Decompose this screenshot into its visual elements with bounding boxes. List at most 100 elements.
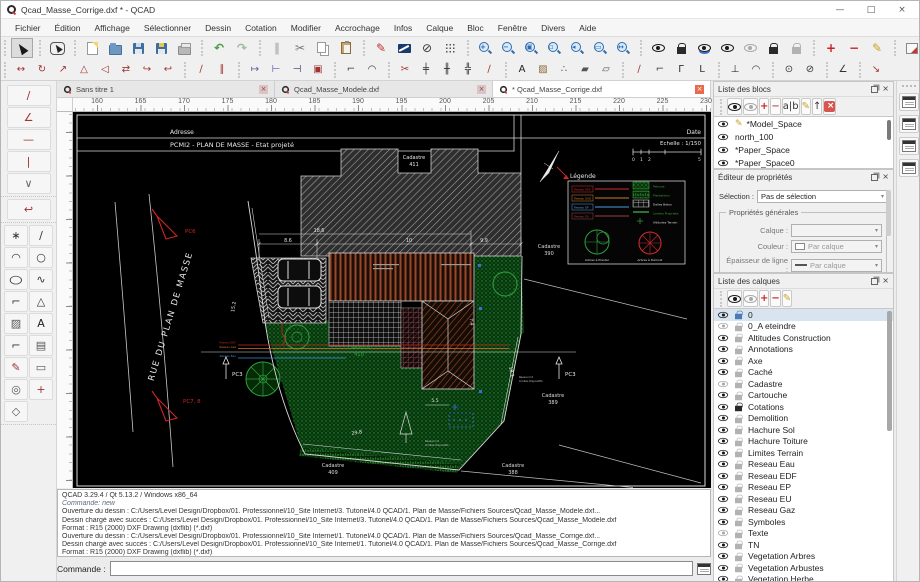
layer-row[interactable]: Demolition [714,413,893,425]
modify-explode-button[interactable]: ✂ [395,61,415,79]
eye-icon[interactable] [718,133,729,140]
hatch-left-button[interactable]: ▨ [4,313,28,334]
lock-icon[interactable] [735,471,743,481]
undo-button[interactable]: ↶ [208,38,230,58]
ellipse-tool-button[interactable]: ○ [4,269,28,290]
layer-row[interactable]: 0_A eteindre [714,321,893,333]
polyline-tool-button[interactable]: ⌐ [4,291,28,312]
lock-icon[interactable] [735,460,743,469]
tab-close-icon[interactable]: × [695,84,704,94]
toggle-layer-list-button[interactable] [899,137,919,155]
lock-icon[interactable] [735,391,743,400]
explode-block-button[interactable]: ▰ [575,61,595,79]
float-panel-icon[interactable] [871,85,879,93]
cut-button[interactable]: ✂ [289,38,311,58]
hide-entities-button[interactable] [739,38,761,58]
eye-icon[interactable] [718,357,729,364]
eye-icon[interactable] [718,541,729,548]
eye-icon[interactable] [718,120,729,127]
layer-row[interactable]: Cartouche [714,390,893,402]
layer-row[interactable]: Caché [714,367,893,379]
layer-row[interactable]: Annotations [714,344,893,356]
show-entities-button[interactable] [716,38,738,58]
lock-icon[interactable] [735,356,743,366]
dim-ordinate-button[interactable]: ⊥ [725,61,745,79]
property-select[interactable]: Par calque ▾ [791,258,882,272]
layer-row[interactable]: Cadastre [714,378,893,390]
add-entry-button[interactable]: + [820,38,842,58]
menu-divers[interactable]: Divers [535,21,571,35]
lock-icon[interactable] [735,333,743,343]
layer-row[interactable]: Reseau Gaz [714,505,893,517]
edit-layer-button[interactable]: ✎ [781,290,793,307]
measure-tool-button[interactable]: ▭ [29,357,53,378]
lock-icon[interactable] [735,322,743,331]
image-tool-button[interactable]: ▤ [29,335,53,356]
eye-icon[interactable] [718,507,729,514]
line-vertical-button[interactable]: | [6,151,51,172]
save-file-button[interactable] [127,38,149,58]
remove-entry-button[interactable]: − [843,38,865,58]
eye-icon[interactable] [718,438,729,445]
layer-row[interactable]: Vegetation Arbustes [714,562,893,574]
menu-aide[interactable]: Aide [573,21,602,35]
modify-move-button[interactable]: ↔ [11,61,31,79]
more-line-tools-button[interactable]: ∨ [6,173,51,194]
menu-bloc[interactable]: Bloc [461,21,490,35]
modify-divide-button[interactable]: ⊣ [287,61,307,79]
eye-icon[interactable] [718,323,729,330]
menu-calque[interactable]: Calque [420,21,459,35]
lock-icon[interactable] [735,506,743,515]
tab-qcad-masse-corrige-dxf[interactable]: * Qcad_Masse_Corrige.dxf × [493,81,711,97]
property-select[interactable]: ▾ [791,224,882,237]
eye-icon[interactable] [718,403,729,410]
auto-zoom-button[interactable]: ▣ [520,38,542,58]
modify-edit-points-button[interactable]: ╫ [437,61,457,79]
isolate-entities-button[interactable] [647,38,669,58]
menu-s-lectionner[interactable]: Sélectionner [138,21,197,35]
eye-icon[interactable] [718,518,729,525]
block-row[interactable]: north_100 [714,130,893,143]
toggle-property-editor-button[interactable] [899,159,919,177]
remove-block-button[interactable]: − [770,98,781,115]
eye-icon[interactable] [718,495,729,502]
add-layer-button[interactable]: + [759,290,770,307]
float-panel-icon[interactable] [871,277,879,285]
layer-row[interactable]: Reseau EDF [714,470,893,482]
property-painter-button[interactable]: ∥ [266,38,288,58]
add-block-button[interactable]: + [759,98,770,115]
drawing-preferences-button[interactable]: ✎ [370,38,392,58]
lock-position-button[interactable] [670,38,692,58]
line-tool-button[interactable]: ∕ [29,225,53,246]
text-left-button[interactable]: A [29,313,53,334]
layer-row[interactable]: 0 [714,309,893,321]
lock-icon[interactable] [735,414,743,423]
unlock-entities-button[interactable] [785,38,807,58]
modify-offset-button[interactable]: ↩ [158,61,178,79]
edit-block-panel-button[interactable]: ✎ [800,98,812,115]
line-horizontal-button[interactable]: — [6,129,51,150]
eye-icon[interactable] [718,530,729,537]
modify-trim-both-button[interactable]: ∥ [212,61,232,79]
block-row[interactable]: *Paper_Space0 [714,156,893,168]
lock-icon[interactable] [735,425,743,435]
modify-bevel-button[interactable]: ⌐ [341,61,361,79]
float-panel-icon[interactable] [871,173,879,181]
dim-radial-button[interactable]: ⊙ [779,61,799,79]
layer-row[interactable]: Texte [714,528,893,540]
lock-icon[interactable] [735,483,743,492]
dimension-tools-button[interactable]: ⌐ [4,335,28,356]
rename-block-button[interactable]: a|b [781,98,800,115]
selection-pointer-button[interactable] [11,38,33,58]
shape-tools-button[interactable]: △ [29,291,53,312]
edit-entry-button[interactable]: ✎ [866,38,888,58]
layer-row[interactable]: Reseau EP [714,482,893,494]
zoom-in-button[interactable]: + [474,38,496,58]
misc-draw-button[interactable]: ✎ [4,357,28,378]
menu-fen-tre[interactable]: Fenêtre [492,21,533,35]
layer-row[interactable]: Reseau Eau [714,459,893,471]
layer-row[interactable]: Axe [714,355,893,367]
layer-row[interactable]: Vegetation Herbe [714,574,893,581]
tab-close-icon[interactable]: × [477,84,486,94]
circle-tool-button[interactable]: ○ [29,247,53,268]
